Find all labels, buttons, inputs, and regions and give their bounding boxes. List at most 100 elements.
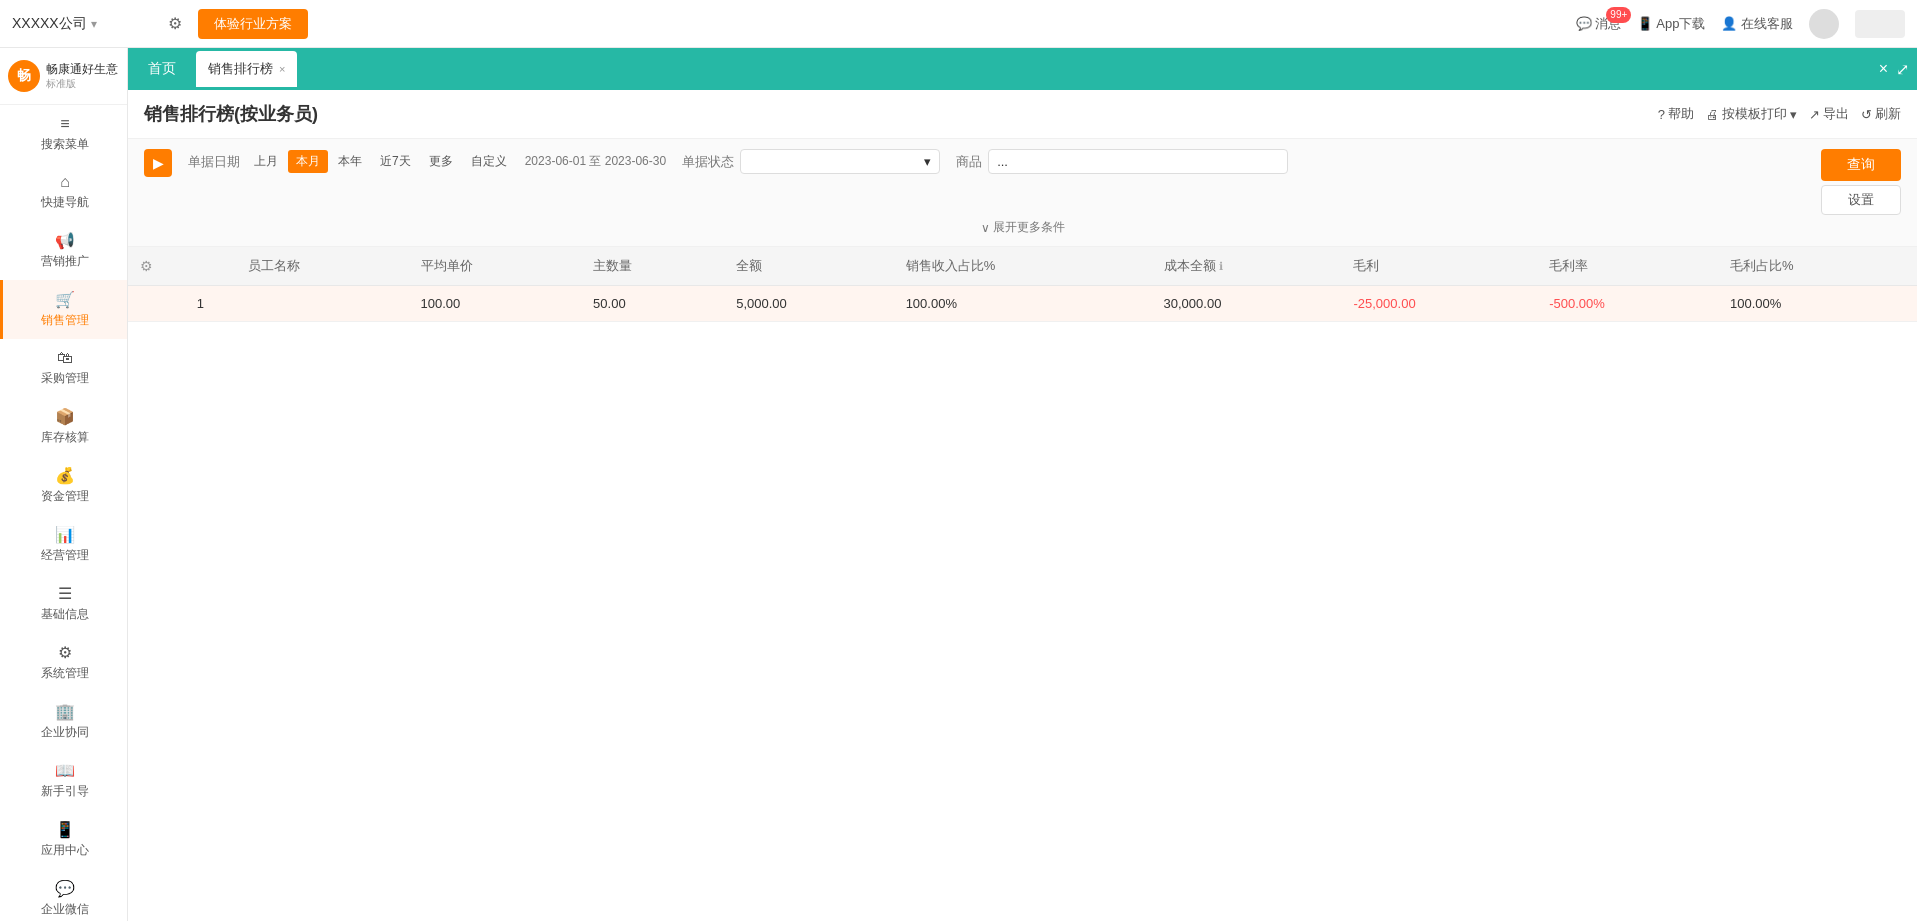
date-tab-custom[interactable]: 自定义 xyxy=(463,150,515,173)
filter-fields: 单据日期 上月 本月 本年 近7天 更多 自定义 2023-06-01 至 20… xyxy=(188,149,1805,174)
search-order-icon: ≡ xyxy=(60,115,69,133)
status-chevron-icon: ▾ xyxy=(924,154,931,169)
print-template-button[interactable]: 🖨 按模板打印 ▾ xyxy=(1706,105,1797,123)
sidebar-label-enterprise: 企业协同 xyxy=(41,724,89,741)
row-revenue-pct: 100.00% xyxy=(894,286,1152,322)
logo-sub: 标准版 xyxy=(46,77,118,90)
tab-bar: 首页 销售排行榜 × × ⤢ xyxy=(128,48,1917,90)
sidebar-item-wechat[interactable]: 💬 企业微信 xyxy=(0,869,127,921)
sales-icon: 🛒 xyxy=(55,290,75,309)
user-info[interactable] xyxy=(1855,10,1905,38)
expand-more-button[interactable]: ∨ 展开更多条件 xyxy=(981,219,1065,236)
message-icon: 💬 xyxy=(1576,16,1592,31)
sidebar-label-finance: 资金管理 xyxy=(41,488,89,505)
sidebar-label-app-center: 应用中心 xyxy=(41,842,89,859)
service-icon: 👤 xyxy=(1721,16,1737,31)
sidebar-item-quick-nav[interactable]: ⌂ 快捷导航 xyxy=(0,163,127,221)
sidebar-label-marketing: 营销推广 xyxy=(41,253,89,270)
sidebar-label-wechat: 企业微信 xyxy=(41,901,89,918)
row-rank: 1 xyxy=(165,286,236,322)
print-chevron-icon: ▾ xyxy=(1790,107,1797,122)
system-icon: ⚙ xyxy=(58,643,72,662)
sidebar-label-search-order: 搜索菜单 xyxy=(41,136,89,153)
date-tab-this-month[interactable]: 本月 xyxy=(288,150,328,173)
print-icon: 🖨 xyxy=(1706,107,1719,122)
cost-info-icon: ℹ xyxy=(1219,260,1223,272)
app-icon: 📱 xyxy=(1637,16,1653,31)
message-badge: 99+ xyxy=(1606,7,1631,23)
sidebar-label-purchase: 采购管理 xyxy=(41,370,89,387)
help-button[interactable]: ? 帮助 xyxy=(1658,105,1694,123)
date-tab-this-year[interactable]: 本年 xyxy=(330,150,370,173)
avatar[interactable] xyxy=(1809,9,1839,39)
tab-sales-ranking[interactable]: 销售排行榜 × xyxy=(196,51,297,87)
app-center-icon: 📱 xyxy=(55,820,75,839)
tab-home[interactable]: 首页 xyxy=(132,48,192,90)
table-row: 1 100.00 50.00 5,000.00 100.00% 30,000.0… xyxy=(128,286,1917,322)
filter-main-row: ▶ 单据日期 上月 本月 本年 近7天 更多 自定义 xyxy=(144,149,1901,215)
logo-text: 畅康通好生意 标准版 xyxy=(46,62,118,91)
expand-icon: ▶ xyxy=(153,155,164,171)
date-tab-more[interactable]: 更多 xyxy=(421,150,461,173)
marketing-icon: 📢 xyxy=(55,231,75,250)
purchase-icon: 🛍 xyxy=(57,349,73,367)
export-button[interactable]: ↗ 导出 xyxy=(1809,105,1849,123)
date-tab-7days[interactable]: 近7天 xyxy=(372,150,419,173)
company-select[interactable]: XXXXX公司 ▾ xyxy=(12,15,152,33)
app-download-button[interactable]: 📱 App下载 xyxy=(1637,15,1705,33)
filter-actions: 查询 设置 xyxy=(1821,149,1901,215)
filter-expand-button[interactable]: ▶ xyxy=(144,149,172,177)
close-window-icon[interactable]: × xyxy=(1879,60,1888,78)
sidebar-label-system: 系统管理 xyxy=(41,665,89,682)
topbar-gear-icon[interactable]: ⚙ xyxy=(160,9,190,39)
settings-button[interactable]: 设置 xyxy=(1821,185,1901,215)
sidebar-item-inventory[interactable]: 📦 库存核算 xyxy=(0,397,127,456)
row-gross: -25,000.00 xyxy=(1341,286,1537,322)
export-icon: ↗ xyxy=(1809,107,1820,122)
app-label: App下载 xyxy=(1656,16,1705,31)
rankings-table: ⚙ 员工名称 平均单价 主数量 全额 销售收入占比% 成本全额 ℹ xyxy=(128,247,1917,322)
topbar-right-tools: 💬 消息 99+ 📱 App下载 👤 在线客服 xyxy=(1576,9,1905,39)
sidebar-item-search-order[interactable]: ≡ 搜索菜单 xyxy=(0,105,127,163)
refresh-button[interactable]: ↺ 刷新 xyxy=(1861,105,1901,123)
sidebar-item-system[interactable]: ⚙ 系统管理 xyxy=(0,633,127,692)
online-service-button[interactable]: 👤 在线客服 xyxy=(1721,15,1793,33)
logo-icon: 畅 xyxy=(8,60,40,92)
basic-info-icon: ☰ xyxy=(58,584,72,603)
sidebar-item-operations[interactable]: 📊 经营管理 xyxy=(0,515,127,574)
expand-more-row: ∨ 展开更多条件 xyxy=(144,215,1901,236)
sidebar-item-beginner[interactable]: 📖 新手引导 xyxy=(0,751,127,810)
maximize-icon[interactable]: ⤢ xyxy=(1896,60,1909,79)
status-select[interactable]: ▾ xyxy=(740,149,940,174)
sidebar-label-inventory: 库存核算 xyxy=(41,429,89,446)
sidebar-item-basic-info[interactable]: ☰ 基础信息 xyxy=(0,574,127,633)
sidebar-item-marketing[interactable]: 📢 营销推广 xyxy=(0,221,127,280)
date-tab-last-month[interactable]: 上月 xyxy=(246,150,286,173)
tab-sales-ranking-label: 销售排行榜 xyxy=(208,60,273,78)
column-settings-icon[interactable]: ⚙ xyxy=(140,258,153,274)
col-gross-pct: 毛利占比% xyxy=(1718,247,1917,286)
tab-close-icon[interactable]: × xyxy=(279,63,285,75)
goods-filter-group: 商品 ... xyxy=(956,149,1288,174)
logo-main: 畅康通好生意 xyxy=(46,62,118,78)
tab-bar-right: × ⤢ xyxy=(1879,60,1917,79)
row-gross-rate: -500.00% xyxy=(1537,286,1718,322)
row-amount: 5,000.00 xyxy=(724,286,893,322)
sidebar-item-sales[interactable]: 🛒 销售管理 xyxy=(0,280,127,339)
expand-more-icon: ∨ xyxy=(981,221,990,235)
trial-button[interactable]: 体验行业方案 xyxy=(198,9,308,39)
col-rank xyxy=(165,247,236,286)
sidebar-item-enterprise[interactable]: 🏢 企业协同 xyxy=(0,692,127,751)
sidebar-item-finance[interactable]: 💰 资金管理 xyxy=(0,456,127,515)
goods-input[interactable]: ... xyxy=(988,149,1288,174)
page-title: 销售排行榜(按业务员) xyxy=(144,102,318,126)
query-button[interactable]: 查询 xyxy=(1821,149,1901,181)
enterprise-icon: 🏢 xyxy=(55,702,75,721)
wechat-icon: 💬 xyxy=(55,879,75,898)
help-icon: ? xyxy=(1658,107,1665,122)
message-button[interactable]: 💬 消息 99+ xyxy=(1576,15,1622,33)
sidebar-item-purchase[interactable]: 🛍 采购管理 xyxy=(0,339,127,397)
sidebar-item-app-center[interactable]: 📱 应用中心 xyxy=(0,810,127,869)
col-revenue-pct: 销售收入占比% xyxy=(894,247,1152,286)
top-bar: XXXXX公司 ▾ ⚙ 体验行业方案 💬 消息 99+ 📱 App下载 👤 在线… xyxy=(0,0,1917,48)
